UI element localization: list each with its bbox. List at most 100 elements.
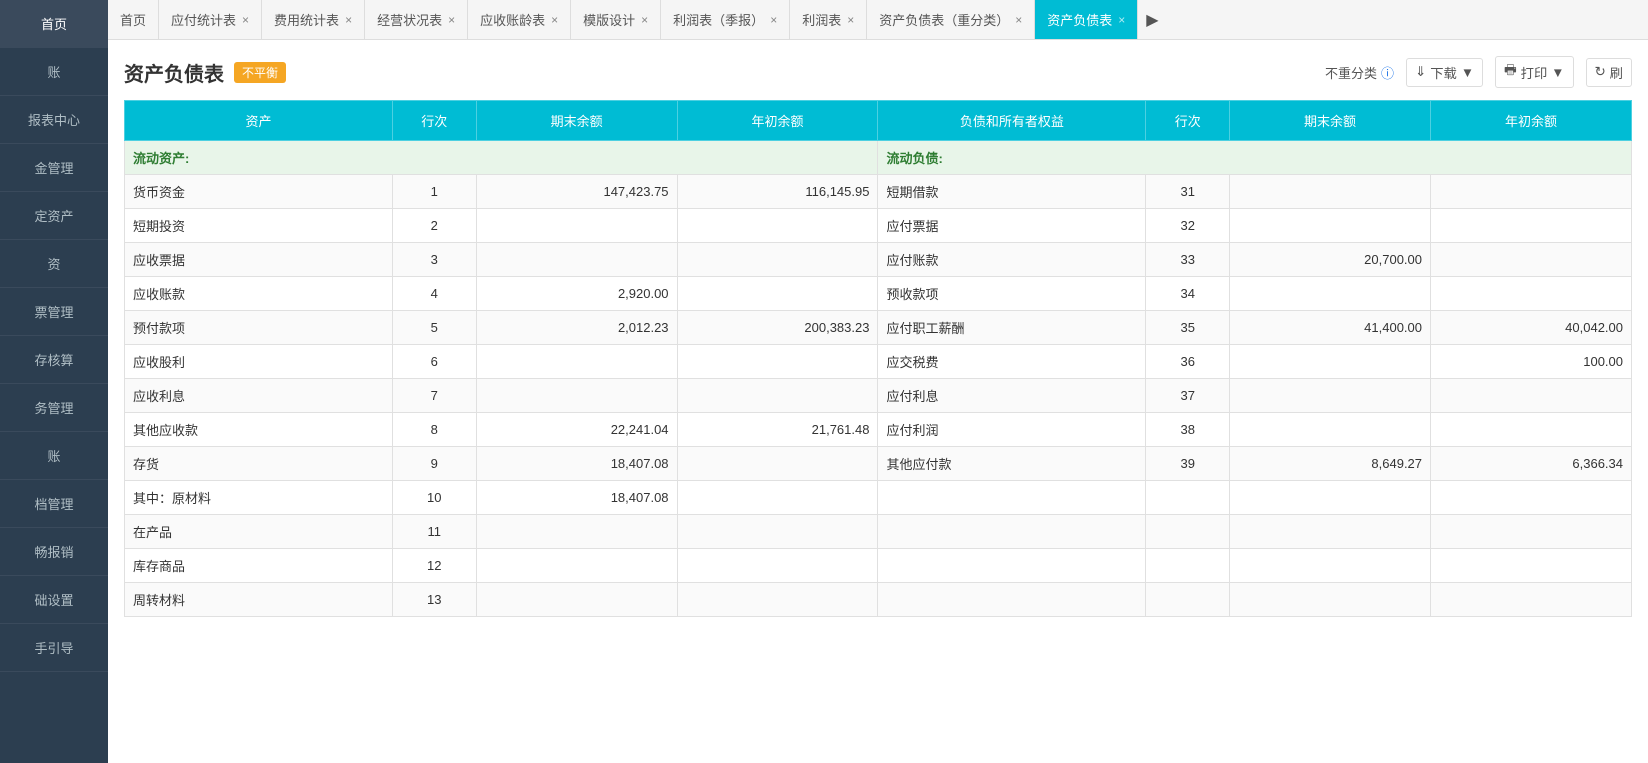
sidebar-item-fund-mgmt[interactable]: 金管理 xyxy=(0,144,108,192)
beginning-balance2 xyxy=(1431,277,1632,311)
table-row: 预付款项 5 2,012.23 200,383.23 应付职工薪酬 35 41,… xyxy=(125,311,1632,345)
beginning-balance: 200,383.23 xyxy=(677,311,878,345)
beginning-balance xyxy=(677,481,878,515)
ending-balance xyxy=(476,549,677,583)
sidebar-item-archive[interactable]: 档管理 xyxy=(0,480,108,528)
refresh-icon: ↻ xyxy=(1595,64,1606,80)
tab-close-business-status[interactable]: × xyxy=(448,13,455,27)
col-ending-balance2: 期末余额 xyxy=(1230,101,1431,141)
row-num: 7 xyxy=(392,379,476,413)
table-row: 周转材料 13 xyxy=(125,583,1632,617)
liability-label: 短期借款 xyxy=(878,175,1146,209)
page-header: 资产负债表 不平衡 不重分类 ⓘ ⇓ 下载 ▼ 🖶 打印 ▼ xyxy=(124,56,1632,88)
beginning-balance2: 100.00 xyxy=(1431,345,1632,379)
help-icon[interactable]: ⓘ xyxy=(1381,63,1394,82)
sidebar-item-report-center[interactable]: 报表中心 xyxy=(0,96,108,144)
ending-balance xyxy=(476,243,677,277)
beginning-balance2 xyxy=(1431,583,1632,617)
ending-balance: 2,920.00 xyxy=(476,277,677,311)
row-num: 9 xyxy=(392,447,476,481)
beginning-balance2 xyxy=(1431,549,1632,583)
row-num2 xyxy=(1146,549,1230,583)
no-reclassify-label: 不重分类 ⓘ xyxy=(1325,63,1394,82)
ending-balance xyxy=(476,515,677,549)
tab-profit[interactable]: 利润表 × xyxy=(790,0,867,40)
asset-label: 在产品 xyxy=(125,515,393,549)
sidebar-item-bill-mgmt[interactable]: 票管理 xyxy=(0,288,108,336)
tab-receivable-aging[interactable]: 应收账龄表 × xyxy=(468,0,571,40)
print-button[interactable]: 🖶 打印 ▼ xyxy=(1495,56,1573,88)
ending-balance2 xyxy=(1230,515,1431,549)
ending-balance xyxy=(476,379,677,413)
beginning-balance xyxy=(677,209,878,243)
ending-balance: 18,407.08 xyxy=(476,447,677,481)
tab-profit-quarterly[interactable]: 利润表（季报） × xyxy=(661,0,790,40)
tab-close-balance-sheet[interactable]: × xyxy=(1118,13,1125,27)
table-row: 应收股利 6 应交税费 36 100.00 xyxy=(125,345,1632,379)
sidebar-item-inventory[interactable]: 存核算 xyxy=(0,336,108,384)
row-num2: 35 xyxy=(1146,311,1230,345)
sidebar-item-expense[interactable]: 畅报销 xyxy=(0,528,108,576)
download-button[interactable]: ⇓ 下载 ▼ xyxy=(1406,58,1483,87)
table-row: 应收账款 4 2,920.00 预收款项 34 xyxy=(125,277,1632,311)
refresh-button[interactable]: ↻ 刷 xyxy=(1586,58,1633,87)
ending-balance2 xyxy=(1230,481,1431,515)
ending-balance2 xyxy=(1230,175,1431,209)
ending-balance2: 8,649.27 xyxy=(1230,447,1431,481)
beginning-balance2 xyxy=(1431,379,1632,413)
col-liability: 负债和所有者权益 xyxy=(878,101,1146,141)
tab-close-receivable-aging[interactable]: × xyxy=(551,13,558,27)
table-row: 应收利息 7 应付利息 37 xyxy=(125,379,1632,413)
liability-label: 其他应付款 xyxy=(878,447,1146,481)
table-row: 货币资金 1 147,423.75 116,145.95 短期借款 31 xyxy=(125,175,1632,209)
row-num2: 36 xyxy=(1146,345,1230,379)
tab-close-template-design[interactable]: × xyxy=(641,13,648,27)
tab-home[interactable]: 首页 xyxy=(108,0,159,40)
ending-balance2 xyxy=(1230,549,1431,583)
table-row: 在产品 11 xyxy=(125,515,1632,549)
beginning-balance2 xyxy=(1431,515,1632,549)
tab-expense-stats[interactable]: 费用统计表 × xyxy=(262,0,365,40)
tab-close-profit[interactable]: × xyxy=(847,13,854,27)
asset-label: 其他应收款 xyxy=(125,413,393,447)
ending-balance: 18,407.08 xyxy=(476,481,677,515)
page-actions: 不重分类 ⓘ ⇓ 下载 ▼ 🖶 打印 ▼ ↻ 刷 xyxy=(1325,56,1632,88)
tab-scroll-right[interactable]: ▶ xyxy=(1138,10,1166,30)
row-num2: 32 xyxy=(1146,209,1230,243)
tab-close-profit-quarterly[interactable]: × xyxy=(770,13,777,27)
row-num: 13 xyxy=(392,583,476,617)
sidebar-item-guide[interactable]: 手引导 xyxy=(0,624,108,672)
tab-close-balance-reclassified[interactable]: × xyxy=(1015,13,1022,27)
liability-label xyxy=(878,515,1146,549)
beginning-balance2 xyxy=(1431,481,1632,515)
asset-label: 其中：原材料 xyxy=(125,481,393,515)
sidebar-item-home[interactable]: 首页 xyxy=(0,0,108,48)
tab-balance-sheet[interactable]: 资产负债表 × xyxy=(1035,0,1138,40)
table-row: 短期投资 2 应付票据 32 xyxy=(125,209,1632,243)
table-row: 应收票据 3 应付账款 33 20,700.00 xyxy=(125,243,1632,277)
liability-label: 应付账款 xyxy=(878,243,1146,277)
tab-payable-stats[interactable]: 应付统计表 × xyxy=(159,0,262,40)
tab-template-design[interactable]: 模版设计 × xyxy=(571,0,661,40)
sidebar-item-fixed-assets[interactable]: 定资产 xyxy=(0,192,108,240)
col-asset: 资产 xyxy=(125,101,393,141)
main-area: 首页 应付统计表 × 费用统计表 × 经营状况表 × 应收账龄表 × 模版设计 … xyxy=(108,0,1648,763)
ending-balance2 xyxy=(1230,209,1431,243)
tab-balance-reclassified[interactable]: 资产负债表（重分类） × xyxy=(867,0,1035,40)
row-num2: 33 xyxy=(1146,243,1230,277)
tab-close-expense-stats[interactable]: × xyxy=(345,13,352,27)
beginning-balance xyxy=(677,549,878,583)
sidebar-item-tax-mgmt[interactable]: 务管理 xyxy=(0,384,108,432)
sidebar-item-ledger[interactable]: 账 xyxy=(0,432,108,480)
sidebar-item-investment[interactable]: 资 xyxy=(0,240,108,288)
tab-close-payable-stats[interactable]: × xyxy=(242,13,249,27)
report-table: 资产 行次 期末余额 年初余额 负债和所有者权益 行次 期末余额 年初余额 流动… xyxy=(124,100,1632,617)
tab-business-status[interactable]: 经营状况表 × xyxy=(365,0,468,40)
sidebar-item-account[interactable]: 账 xyxy=(0,48,108,96)
row-num: 2 xyxy=(392,209,476,243)
row-num: 6 xyxy=(392,345,476,379)
beginning-balance: 116,145.95 xyxy=(677,175,878,209)
sidebar-item-settings[interactable]: 础设置 xyxy=(0,576,108,624)
row-num2: 34 xyxy=(1146,277,1230,311)
page-title: 资产负债表 xyxy=(124,58,224,87)
